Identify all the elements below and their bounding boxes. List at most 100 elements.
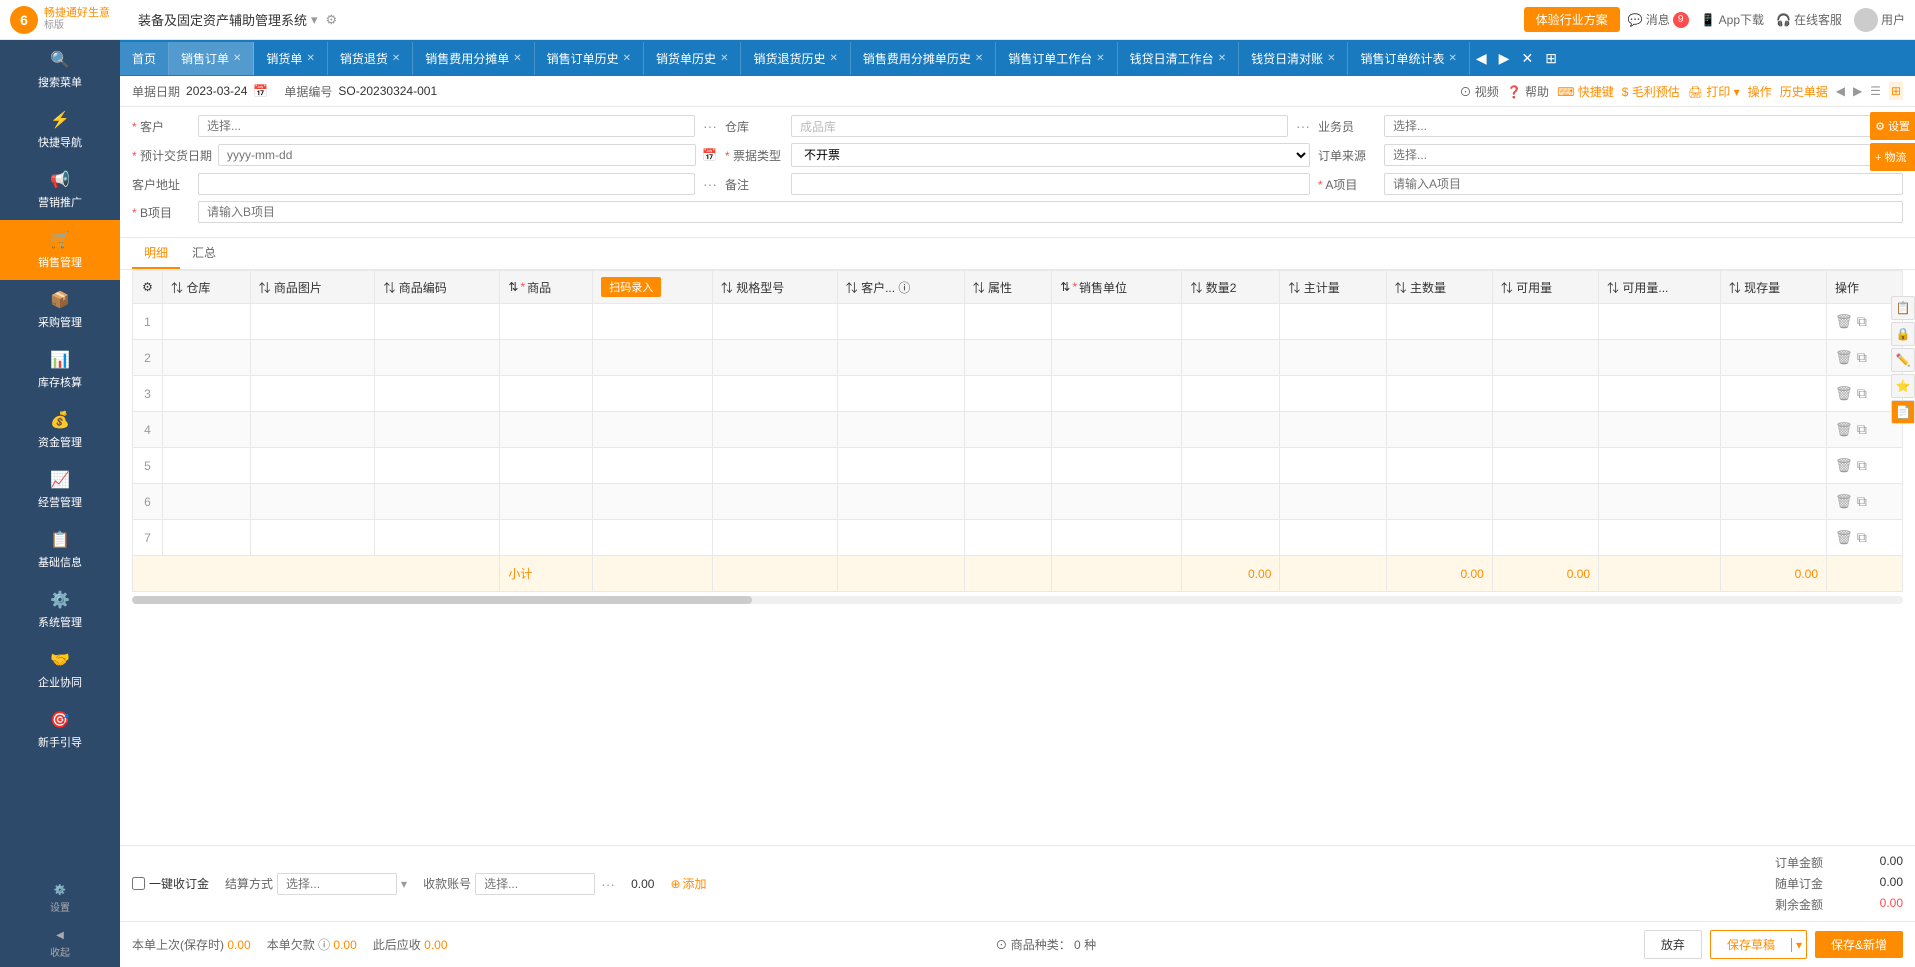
sidebar-item-inventory[interactable]: 📊 库存核算	[0, 340, 120, 400]
th-available[interactable]: ⇅ 可用量	[1492, 271, 1598, 304]
solution-button[interactable]: 体验行业方案	[1524, 7, 1620, 32]
row-customer-code[interactable]	[837, 448, 964, 484]
one-click-checkbox[interactable]: 一键收订金	[132, 875, 209, 892]
row-attribute[interactable]	[964, 304, 1052, 340]
row-image[interactable]	[250, 340, 375, 376]
tab-close-icon[interactable]: ✕	[513, 53, 521, 64]
th-product[interactable]: ⇅ *商品	[500, 271, 593, 304]
row-spec[interactable]	[712, 448, 837, 484]
row-spec[interactable]	[712, 412, 837, 448]
side-star-btn[interactable]: ⭐	[1891, 374, 1915, 398]
row-customer-code[interactable]	[837, 304, 964, 340]
address-more-icon[interactable]: ···	[703, 176, 717, 192]
row-warehouse[interactable]	[163, 376, 251, 412]
row-unit[interactable]	[1052, 340, 1182, 376]
row-available2[interactable]	[1599, 304, 1721, 340]
warehouse-more-icon[interactable]: ···	[1296, 118, 1310, 134]
tab-goods-history[interactable]: 销货单历史 ✕	[644, 42, 741, 75]
row-customer-code[interactable]	[837, 520, 964, 556]
th-code[interactable]: ⇅ 商品编码	[375, 271, 500, 304]
account-input[interactable]	[475, 873, 595, 895]
settings-icon[interactable]: ⚙	[326, 12, 338, 28]
row-attribute[interactable]	[964, 484, 1052, 520]
tab-order-stats[interactable]: 销售订单统计表 ✕	[1348, 42, 1469, 75]
tab-close-icon[interactable]: ✕	[1327, 53, 1335, 64]
tab-detail[interactable]: 明细	[132, 238, 180, 269]
delete-icon[interactable]: 🗑	[1835, 457, 1853, 474]
row-qty2[interactable]	[1182, 484, 1280, 520]
row-warehouse[interactable]	[163, 484, 251, 520]
order-source-input[interactable]	[1384, 144, 1903, 166]
row-stock[interactable]	[1720, 484, 1826, 520]
th-main-unit[interactable]: ⇅ 主计量	[1280, 271, 1386, 304]
row-available2[interactable]	[1599, 520, 1721, 556]
row-main-qty[interactable]	[1386, 304, 1492, 340]
row-main-unit[interactable]	[1280, 484, 1386, 520]
video-action[interactable]: ⊙ 视频	[1459, 83, 1498, 100]
tab-close-icon[interactable]: ✕	[829, 53, 837, 64]
row-code[interactable]	[375, 412, 500, 448]
row-available[interactable]	[1492, 304, 1598, 340]
row-available[interactable]	[1492, 376, 1598, 412]
th-attribute[interactable]: ⇅ 属性	[964, 271, 1052, 304]
row-unit[interactable]	[1052, 412, 1182, 448]
tab-order-workbench[interactable]: 销售订单工作台 ✕	[996, 42, 1117, 75]
tab-close-icon[interactable]: ✕	[1096, 53, 1104, 64]
sidebar-item-sales[interactable]: 🛒 销售管理	[0, 220, 120, 280]
payment-method-input[interactable]	[277, 873, 397, 895]
note-input[interactable]	[791, 173, 1310, 195]
row-stock[interactable]	[1720, 412, 1826, 448]
customer-more-icon[interactable]: ···	[703, 118, 717, 134]
row-product[interactable]	[500, 448, 593, 484]
tab-sales-goods[interactable]: 销货单 ✕	[254, 42, 327, 75]
sidebar-settings[interactable]: ⚙️ 设置	[0, 877, 120, 922]
row-warehouse[interactable]	[163, 340, 251, 376]
message-item[interactable]: 💬 消息 9	[1628, 11, 1689, 28]
sidebar-item-basic[interactable]: 📋 基础信息	[0, 520, 120, 580]
th-unit[interactable]: ⇅ *销售单位	[1052, 271, 1182, 304]
row-stock[interactable]	[1720, 376, 1826, 412]
row-code[interactable]	[375, 340, 500, 376]
sidebar-item-nav[interactable]: ⚡ 快捷导航	[0, 100, 120, 160]
row-stock[interactable]	[1720, 448, 1826, 484]
copy-row-icon[interactable]: ⧉	[1857, 349, 1867, 366]
th-spec[interactable]: ⇅ 规格型号	[712, 271, 837, 304]
delete-icon[interactable]: 🗑	[1835, 313, 1853, 330]
sidebar-item-guide[interactable]: 🎯 新手引导	[0, 700, 120, 760]
list-view-icon[interactable]: ☰	[1870, 84, 1881, 98]
row-attribute[interactable]	[964, 340, 1052, 376]
row-main-qty[interactable]	[1386, 412, 1492, 448]
sidebar-item-finance[interactable]: 💰 资金管理	[0, 400, 120, 460]
row-main-unit[interactable]	[1280, 412, 1386, 448]
account-more-icon[interactable]: ···	[601, 876, 615, 892]
warehouse-input[interactable]	[791, 115, 1288, 137]
row-available[interactable]	[1492, 340, 1598, 376]
save-draft-button[interactable]: 保存草稿	[1711, 931, 1791, 958]
app-download-item[interactable]: 📱 App下载	[1701, 11, 1764, 28]
row-code[interactable]	[375, 520, 500, 556]
tab-return-history[interactable]: 销货退货历史 ✕	[741, 42, 850, 75]
row-qty2[interactable]	[1182, 376, 1280, 412]
row-image[interactable]	[250, 304, 375, 340]
row-main-unit[interactable]	[1280, 520, 1386, 556]
side-edit-btn[interactable]: ✏️	[1891, 348, 1915, 372]
tab-more-button[interactable]: ✕	[1515, 50, 1539, 67]
row-main-unit[interactable]	[1280, 448, 1386, 484]
copy-row-icon[interactable]: ⧉	[1857, 493, 1867, 510]
th-warehouse[interactable]: ⇅ 仓库	[163, 271, 251, 304]
row-available[interactable]	[1492, 520, 1598, 556]
row-qty2[interactable]	[1182, 412, 1280, 448]
row-spec[interactable]	[712, 520, 837, 556]
row-attribute[interactable]	[964, 376, 1052, 412]
scan-button[interactable]: 扫码录入	[601, 277, 661, 297]
row-image[interactable]	[250, 412, 375, 448]
row-main-qty[interactable]	[1386, 376, 1492, 412]
row-code[interactable]	[375, 304, 500, 340]
row-image[interactable]	[250, 448, 375, 484]
discard-button[interactable]: 放弃	[1644, 930, 1702, 959]
sidebar-item-marketing[interactable]: 📢 营销推广	[0, 160, 120, 220]
row-available[interactable]	[1492, 412, 1598, 448]
sidebar-collapse[interactable]: ◀ 收起	[0, 922, 120, 967]
delete-icon[interactable]: 🗑	[1835, 493, 1853, 510]
shortcut-action[interactable]: ⌨ 快捷键	[1557, 83, 1614, 100]
